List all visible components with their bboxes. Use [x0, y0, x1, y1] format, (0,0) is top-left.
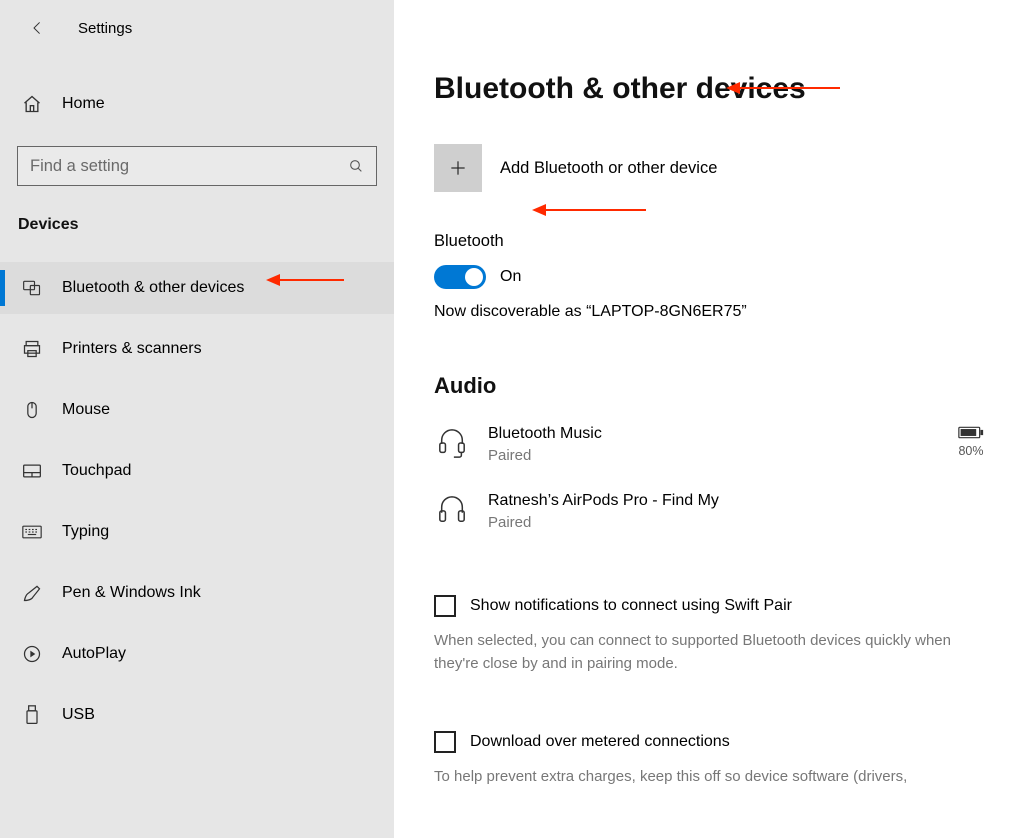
app-title: Settings [78, 20, 132, 37]
sidebar-item-printers[interactable]: Printers & scanners [0, 323, 394, 375]
device-name: Bluetooth Music [488, 425, 958, 443]
page-title: Bluetooth & other devices [434, 72, 994, 106]
search-icon [348, 158, 364, 174]
sidebar-item-bluetooth[interactable]: Bluetooth & other devices [0, 262, 394, 314]
device-row-airpods[interactable]: Ratnesh’s AirPods Pro - Find My Paired [434, 486, 994, 553]
battery-percent: 80% [958, 444, 983, 458]
metered-row: Download over metered connections [434, 731, 994, 753]
printer-icon [22, 339, 42, 359]
device-row-bluetooth-music[interactable]: Bluetooth Music Paired 80% [434, 419, 994, 486]
device-battery: 80% [958, 425, 984, 458]
swift-pair-checkbox[interactable] [434, 595, 456, 617]
sidebar-item-typing[interactable]: Typing [0, 506, 394, 558]
pen-icon [22, 583, 42, 603]
sidebar-section-label: Devices [0, 216, 394, 234]
sidebar-item-pen[interactable]: Pen & Windows Ink [0, 567, 394, 619]
sidebar-nav-list: Bluetooth & other devices Printers & sca… [0, 262, 394, 750]
keyboard-icon [22, 525, 42, 539]
home-icon [22, 94, 42, 114]
main-content: Bluetooth & other devices Add Bluetooth … [394, 0, 1024, 838]
devices-icon [22, 279, 42, 297]
bluetooth-label: Bluetooth [434, 232, 994, 251]
toggle-knob [465, 268, 483, 286]
sidebar-item-touchpad[interactable]: Touchpad [0, 445, 394, 497]
swift-pair-description: When selected, you can connect to suppor… [434, 629, 974, 676]
metered-label: Download over metered connections [470, 733, 730, 751]
device-status: Paired [488, 447, 958, 464]
sidebar-item-usb[interactable]: USB [0, 689, 394, 741]
annotation-arrow [532, 204, 646, 216]
settings-sidebar: Settings Home Devices [0, 0, 394, 838]
sidebar-item-label: Mouse [62, 401, 110, 419]
home-label: Home [62, 95, 105, 113]
search-box[interactable] [17, 146, 377, 186]
touchpad-icon [22, 463, 42, 479]
metered-checkbox[interactable] [434, 731, 456, 753]
sidebar-item-label: Bluetooth & other devices [62, 279, 244, 297]
sidebar-header: Settings [0, 10, 394, 46]
mouse-icon [22, 400, 42, 420]
autoplay-icon [22, 644, 42, 664]
swift-pair-row: Show notifications to connect using Swif… [434, 595, 994, 617]
sidebar-item-label: Typing [62, 523, 109, 541]
toggle-state-label: On [500, 268, 521, 286]
swift-pair-label: Show notifications to connect using Swif… [470, 597, 792, 615]
add-device-label: Add Bluetooth or other device [500, 159, 717, 178]
sidebar-item-label: AutoPlay [62, 645, 126, 663]
audio-heading: Audio [434, 373, 994, 399]
headset-icon [434, 425, 470, 459]
device-name: Ratnesh’s AirPods Pro - Find My [488, 492, 994, 510]
back-arrow-icon [30, 20, 46, 36]
sidebar-item-mouse[interactable]: Mouse [0, 384, 394, 436]
battery-icon [958, 425, 984, 440]
sidebar-item-label: Touchpad [62, 462, 131, 480]
sidebar-item-label: USB [62, 706, 95, 724]
plus-box [434, 144, 482, 192]
back-button[interactable] [20, 10, 56, 46]
sidebar-item-autoplay[interactable]: AutoPlay [0, 628, 394, 680]
discoverable-text: Now discoverable as “LAPTOP-8GN6ER75” [434, 303, 994, 321]
sidebar-item-label: Pen & Windows Ink [62, 584, 201, 602]
bluetooth-toggle-row: On [434, 265, 994, 289]
usb-icon [22, 705, 42, 725]
bluetooth-toggle[interactable] [434, 265, 486, 289]
device-status: Paired [488, 514, 994, 531]
search-input[interactable] [30, 157, 348, 176]
sidebar-item-home[interactable]: Home [0, 84, 394, 124]
plus-icon [448, 158, 468, 178]
headphones-icon [434, 492, 470, 524]
add-device-button[interactable]: Add Bluetooth or other device [434, 144, 994, 192]
sidebar-item-label: Printers & scanners [62, 340, 202, 358]
metered-description: To help prevent extra charges, keep this… [434, 765, 974, 788]
